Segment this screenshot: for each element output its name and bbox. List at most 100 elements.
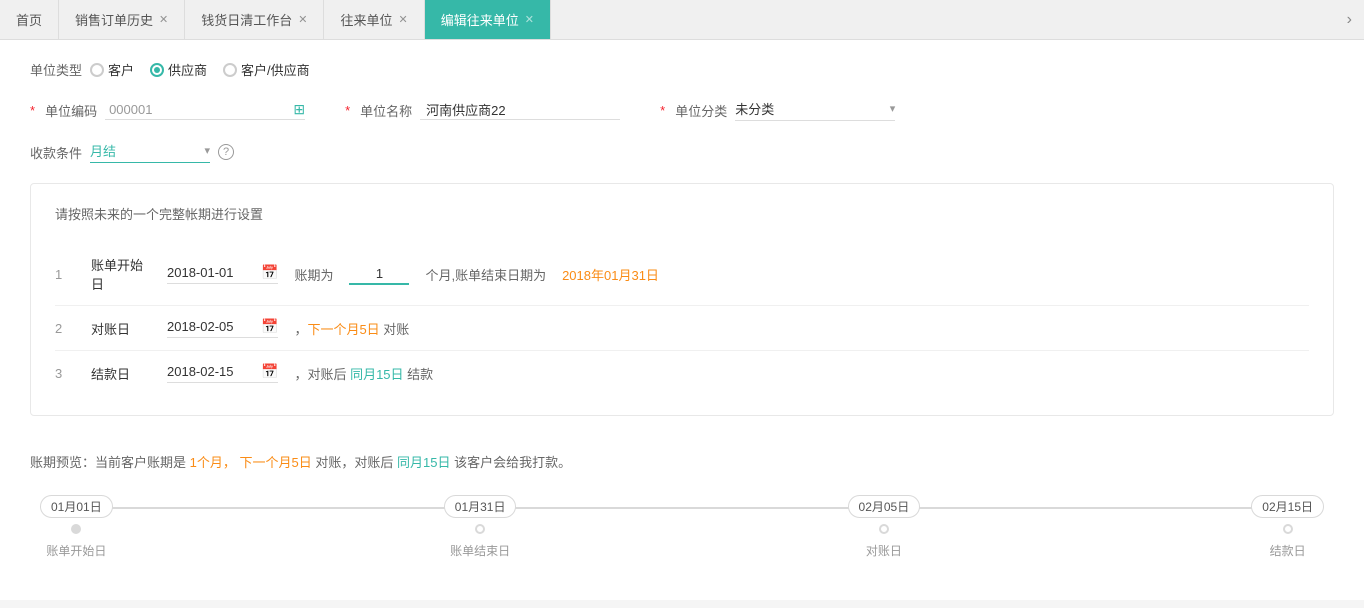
tab-sales-history[interactable]: 销售订单历史 ✕ xyxy=(59,0,185,39)
period-input[interactable] xyxy=(349,264,409,285)
name-label: 单位名称 xyxy=(360,101,412,120)
start-date-input[interactable] xyxy=(167,265,257,280)
category-select-value: 未分类 xyxy=(735,99,774,118)
panel-row-1: 1 账单开始日 📅 账期为 个月,账单结束日期为 2018年01月31日 xyxy=(55,243,1309,306)
preview-payment: 同月15日 xyxy=(397,455,450,470)
radio-circle-both xyxy=(223,63,237,77)
radio-circle-supplier xyxy=(150,63,164,77)
category-required-star: * xyxy=(660,103,665,118)
radio-supplier[interactable]: 供应商 xyxy=(150,60,207,79)
code-input[interactable] xyxy=(105,100,293,119)
copy-icon[interactable]: ⊞ xyxy=(293,101,305,118)
unit-type-radio-group: 客户 供应商 客户/供应商 xyxy=(90,60,310,79)
reconcile-highlight: 下一个月5日 xyxy=(307,322,379,337)
period-end-date: 2018年01月31日 xyxy=(562,265,659,284)
preview-period: 1个月， xyxy=(190,455,236,470)
close-icon[interactable]: ✕ xyxy=(525,13,534,26)
tab-edit-partner[interactable]: 编辑往来单位 ✕ xyxy=(425,0,551,39)
calendar-icon-1[interactable]: 📅 xyxy=(261,264,278,281)
unit-type-row: 单位类型 客户 供应商 客户/供应商 xyxy=(30,60,1334,79)
timeline-node-2 xyxy=(879,524,889,534)
timeline-badge-0: 01月01日 xyxy=(40,495,113,518)
row-label-2: 对账日 xyxy=(91,319,151,338)
tabs-bar: 首页 销售订单历史 ✕ 钱货日清工作台 ✕ 往来单位 ✕ 编辑往来单位 ✕ › xyxy=(0,0,1364,40)
payment-highlight: 同月15日 xyxy=(350,367,403,382)
name-field: * 单位名称 xyxy=(345,100,620,120)
radio-label-both: 客户/供应商 xyxy=(241,60,310,79)
row-num-1: 1 xyxy=(55,267,75,282)
panel-instruction: 请按照未来的一个完整帐期进行设置 xyxy=(55,204,1309,223)
payment-label: 收款条件 xyxy=(30,143,82,162)
category-field: * 单位分类 未分类 ▾ xyxy=(660,99,895,121)
tab-more-button[interactable]: › xyxy=(1335,11,1364,29)
code-name-category-row: * 单位编码 ⊞ * 单位名称 * 单位分类 未分类 ▾ xyxy=(30,99,1334,121)
content-area: 单位类型 客户 供应商 客户/供应商 * 单位编码 xyxy=(0,40,1364,600)
preview-text: 账期预览：当前客户账期是 1个月， 下一个月5日 对账，对账后 同月15日 该客… xyxy=(30,436,1334,471)
calendar-icon-3[interactable]: 📅 xyxy=(261,363,278,380)
tab-partner[interactable]: 往来单位 ✕ xyxy=(324,0,424,39)
timeline-node-0 xyxy=(71,524,81,534)
timeline-item-3: 02月15日 结款日 xyxy=(1251,495,1324,559)
timeline-badge-2: 02月05日 xyxy=(848,495,921,518)
settings-panel: 请按照未来的一个完整帐期进行设置 1 账单开始日 📅 账期为 个月,账单结束日期… xyxy=(30,183,1334,416)
preview-suffix: 该客户会给我打款。 xyxy=(454,455,571,470)
timeline-container: 01月01日 账单开始日 01月31日 账单结束日 02月05日 对账日 02月… xyxy=(30,495,1334,559)
timeline-sub-0: 账单开始日 xyxy=(46,542,106,559)
name-input[interactable] xyxy=(420,100,620,120)
unit-type-field: 单位类型 客户 供应商 客户/供应商 xyxy=(30,60,310,79)
timeline-badge-1: 01月31日 xyxy=(444,495,517,518)
name-required-star: * xyxy=(345,103,350,118)
timeline-sub-3: 结款日 xyxy=(1270,542,1306,559)
reconcile-date-input-wrap: 📅 xyxy=(167,318,278,338)
preview-label: 账期预览：当前客户账期是 xyxy=(30,455,186,470)
radio-label-customer: 客户 xyxy=(108,60,134,79)
radio-circle-customer xyxy=(90,63,104,77)
row-label-3: 结款日 xyxy=(91,364,151,383)
close-icon[interactable]: ✕ xyxy=(159,13,168,26)
tab-home[interactable]: 首页 xyxy=(0,0,59,39)
preview-reconcile: 下一个月5日 xyxy=(240,455,312,470)
payment-desc: ，对账后 同月15日 结款 xyxy=(294,364,433,383)
payment-date-input[interactable] xyxy=(167,364,257,379)
code-label: 单位编码 xyxy=(45,101,97,120)
timeline-sub-1: 账单结束日 xyxy=(450,542,510,559)
timeline-badge-3: 02月15日 xyxy=(1251,495,1324,518)
category-select[interactable]: 未分类 ▾ xyxy=(735,99,895,121)
help-icon[interactable]: ? xyxy=(218,144,234,160)
reconcile-date-input[interactable] xyxy=(167,319,257,334)
timeline-item-1: 01月31日 账单结束日 xyxy=(444,495,517,559)
payment-row: 收款条件 月结 ▾ ? xyxy=(30,141,1334,163)
close-icon[interactable]: ✕ xyxy=(298,13,307,26)
preview-mid: 对账，对账后 xyxy=(315,455,393,470)
chevron-down-icon: ▾ xyxy=(890,102,896,115)
radio-customer[interactable]: 客户 xyxy=(90,60,134,79)
timeline-items: 01月01日 账单开始日 01月31日 账单结束日 02月05日 对账日 02月… xyxy=(40,495,1324,559)
code-input-wrapper: ⊞ xyxy=(105,100,305,120)
reconcile-desc: ，下一个月5日 对账 xyxy=(294,319,409,338)
payment-select-value: 月结 xyxy=(90,141,116,160)
panel-row-2: 2 对账日 📅 ，下一个月5日 对账 xyxy=(55,306,1309,351)
timeline-node-1 xyxy=(475,524,485,534)
period-desc-unit: 个月,账单结束日期为 xyxy=(425,265,546,284)
code-field: * 单位编码 ⊞ xyxy=(30,100,305,120)
code-required-star: * xyxy=(30,103,35,118)
payment-select[interactable]: 月结 ▾ xyxy=(90,141,210,163)
timeline-sub-2: 对账日 xyxy=(866,542,902,559)
close-icon[interactable]: ✕ xyxy=(399,13,408,26)
period-desc-prefix: 账期为 xyxy=(294,265,333,284)
row-label-1: 账单开始日 xyxy=(91,255,151,293)
timeline-item-0: 01月01日 账单开始日 xyxy=(40,495,113,559)
category-label: 单位分类 xyxy=(675,101,727,120)
radio-label-supplier: 供应商 xyxy=(168,60,207,79)
chevron-down-icon: ▾ xyxy=(204,144,210,157)
timeline-item-2: 02月05日 对账日 xyxy=(848,495,921,559)
radio-both[interactable]: 客户/供应商 xyxy=(223,60,310,79)
row-num-2: 2 xyxy=(55,321,75,336)
row-num-3: 3 xyxy=(55,366,75,381)
payment-date-input-wrap: 📅 xyxy=(167,363,278,383)
panel-row-3: 3 结款日 📅 ，对账后 同月15日 结款 xyxy=(55,351,1309,395)
calendar-icon-2[interactable]: 📅 xyxy=(261,318,278,335)
unit-type-label: 单位类型 xyxy=(30,60,82,79)
start-date-input-wrap: 📅 xyxy=(167,264,278,284)
tab-cash-work[interactable]: 钱货日清工作台 ✕ xyxy=(185,0,324,39)
